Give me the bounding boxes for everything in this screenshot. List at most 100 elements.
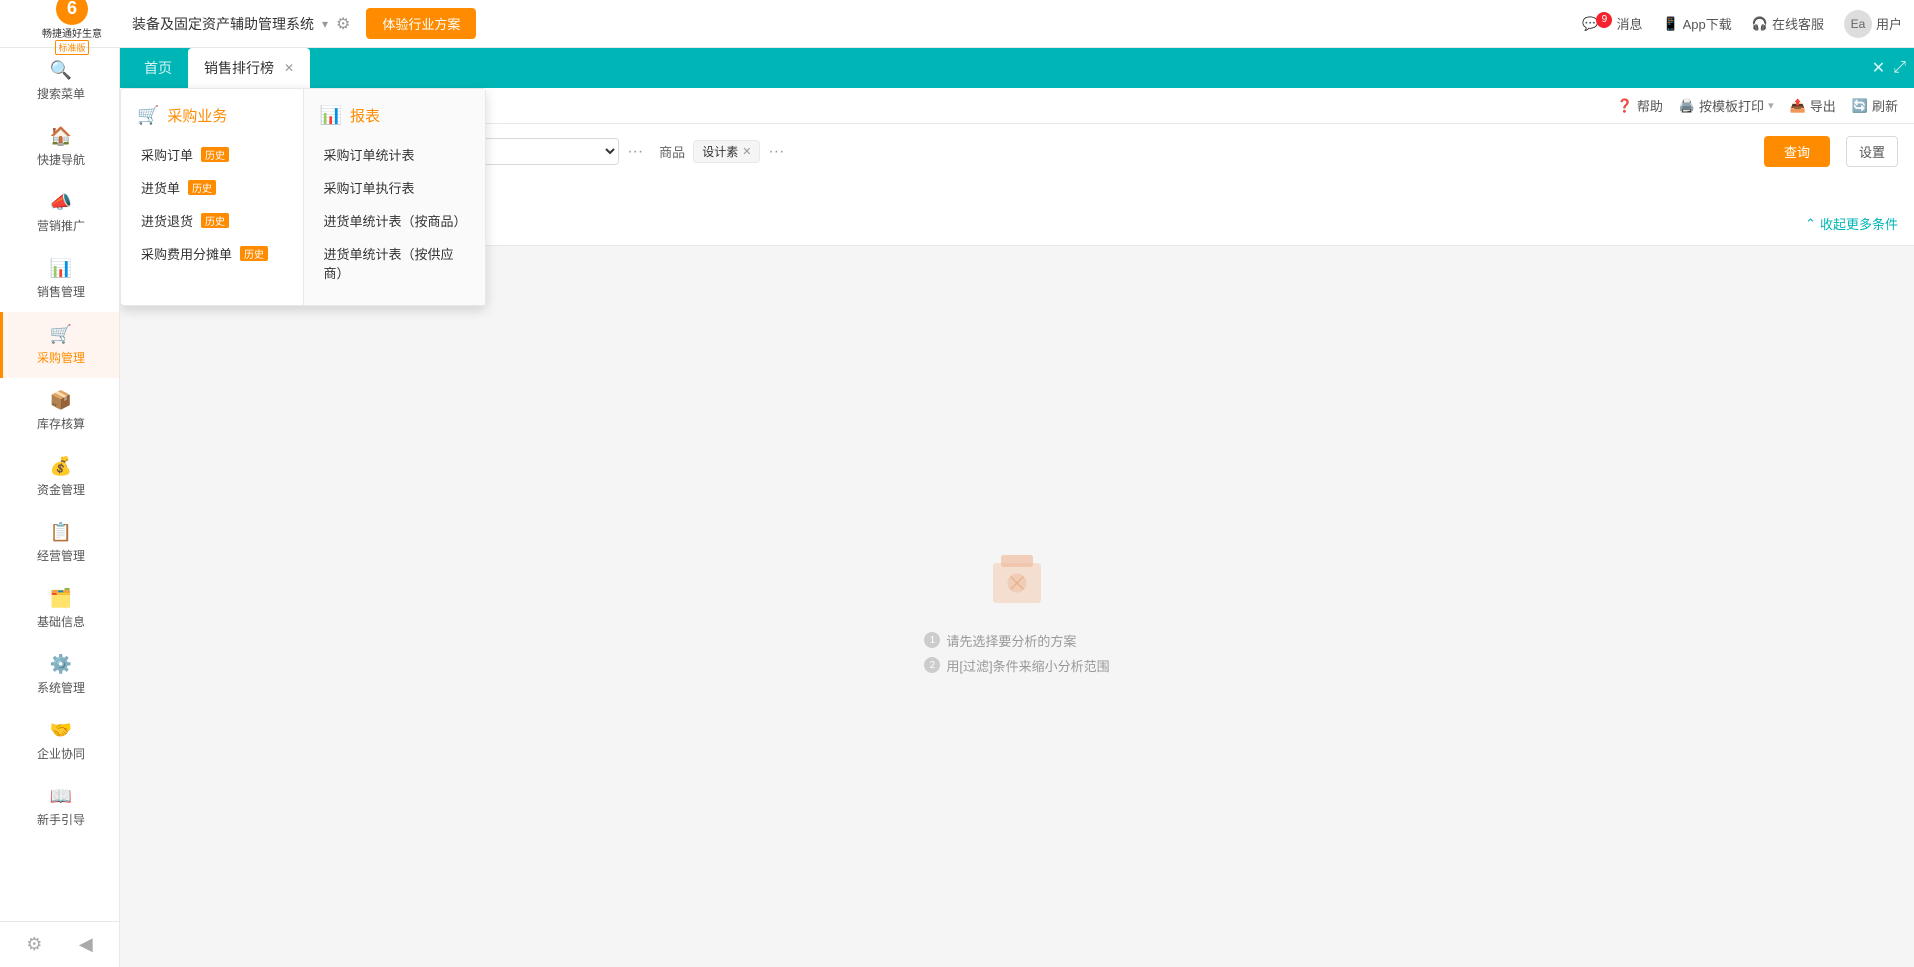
- logo-area: 6 畅捷通好生意 标准版: [12, 0, 132, 55]
- dropdown-item-return[interactable]: 进货退货 历史: [137, 204, 287, 237]
- sidebar-label-guide: 新手引导: [37, 811, 85, 828]
- app-download-btn[interactable]: 📱 App下载: [1662, 14, 1731, 33]
- capital-icon: 💰: [50, 456, 72, 477]
- dropdown-item-expense-badge: 历史: [240, 246, 268, 261]
- sidebar-item-system[interactable]: ⚙️ 系统管理: [0, 642, 119, 708]
- sidebar-settings-icon[interactable]: ⚙: [26, 934, 42, 955]
- tab-close-icon[interactable]: ✕: [284, 61, 294, 75]
- settings-small-btn[interactable]: 设置: [1846, 136, 1898, 167]
- sidebar-item-marketing[interactable]: 📣 营销推广: [0, 180, 119, 246]
- report-header-icon: 📊: [320, 105, 342, 126]
- empty-tip-2-text: 用[过滤]条件来缩小分析范围: [946, 656, 1109, 675]
- print-btn[interactable]: 🖨️ 按模板打印 ▾: [1679, 96, 1774, 115]
- tab-expand-icon[interactable]: ⤢: [1893, 59, 1906, 77]
- sidebar-label-operations: 经营管理: [37, 547, 85, 564]
- dropdown-item-expense-label: 采购费用分摊单: [141, 244, 232, 263]
- help-icon: ❓: [1617, 98, 1633, 114]
- tip-num-1: 1: [924, 632, 940, 648]
- collapse-btn[interactable]: ⌃ 收起更多条件: [1805, 214, 1898, 233]
- print-dropdown-icon: ▾: [1768, 99, 1774, 112]
- dropdown-item-report-1[interactable]: 采购订单统计表: [320, 138, 470, 171]
- dropdown-item-purchase-order[interactable]: 采购订单 历史: [137, 138, 287, 171]
- purchase-icon: 🛒: [50, 324, 72, 345]
- tab-sales-rank-label: 销售排行榜: [204, 58, 274, 78]
- user-btn[interactable]: Ea 用户: [1844, 10, 1902, 38]
- dropdown-item-purchase-order-badge: 历史: [201, 147, 229, 162]
- dropdown-item-report-4-label: 进货单统计表（按供应商）: [324, 244, 466, 282]
- purchase-header-icon: 🛒: [137, 105, 159, 126]
- sidebar-item-search[interactable]: 🔍 搜索菜单: [0, 48, 119, 114]
- goods-more-icon[interactable]: ···: [768, 143, 784, 161]
- export-icon: 📤: [1790, 98, 1806, 114]
- sidebar-item-basic-info[interactable]: 🗂️ 基础信息: [0, 576, 119, 642]
- inventory-icon: 📦: [50, 390, 72, 411]
- sidebar-item-enterprise[interactable]: 🤝 企业协同: [0, 708, 119, 774]
- dropdown-item-stock-in[interactable]: 进货单 历史: [137, 171, 287, 204]
- sidebar-label-inventory: 库存核算: [37, 415, 85, 432]
- sidebar-item-capital[interactable]: 💰 资金管理: [0, 444, 119, 510]
- empty-state: 1 请先选择要分析的方案 2 用[过滤]条件来缩小分析范围: [120, 246, 1914, 967]
- guide-icon: 📖: [50, 786, 72, 807]
- industry-btn[interactable]: 体验行业方案: [366, 8, 476, 39]
- tab-home-label: 首页: [144, 58, 172, 78]
- message-badge: 9: [1596, 12, 1612, 28]
- sidebar-bottom: ⚙ ◀: [0, 921, 119, 967]
- dropdown-purchase-header: 🛒 采购业务: [137, 105, 287, 126]
- dropdown-item-stock-in-label: 进货单: [141, 178, 180, 197]
- dropdown-item-return-badge: 历史: [201, 213, 229, 228]
- dropdown-item-stock-in-badge: 历史: [188, 180, 216, 195]
- sidebar-label-system: 系统管理: [37, 679, 85, 696]
- dropdown-item-report-2[interactable]: 采购订单执行表: [320, 171, 470, 204]
- phone-icon: 📱: [1662, 16, 1678, 32]
- goods-tag-close-icon[interactable]: ✕: [742, 145, 751, 158]
- tab-sales-rank[interactable]: 销售排行榜 ✕: [188, 48, 310, 88]
- header-right: 💬 9 消息 📱 App下载 🎧 在线客服 Ea 用户: [1582, 10, 1902, 38]
- sidebar-label-enterprise: 企业协同: [37, 745, 85, 762]
- query-btn[interactable]: 查询: [1764, 136, 1830, 167]
- collapse-label: 收起更多条件: [1820, 214, 1898, 233]
- header: 6 畅捷通好生意 标准版 装备及固定资产辅助管理系统 ▾ ⚙ 体验行业方案 💬 …: [0, 0, 1914, 48]
- home-icon: 🏠: [50, 126, 72, 147]
- goods-tag-value: 设计素: [702, 143, 738, 160]
- tab-home[interactable]: 首页: [128, 48, 188, 88]
- sidebar-collapse-icon[interactable]: ◀: [79, 934, 93, 955]
- sidebar-item-purchase[interactable]: 🛒 采购管理: [0, 312, 119, 378]
- dropdown-purchase-col: 🛒 采购业务 采购订单 历史 进货单 历史 进货退货 历史 采购费用分摊单: [121, 89, 304, 305]
- dropdown-item-return-label: 进货退货: [141, 211, 193, 230]
- sidebar-item-operations[interactable]: 📋 经营管理: [0, 510, 119, 576]
- dropdown-report-col: 📊 报表 采购订单统计表 采购订单执行表 进货单统计表（按商品） 进货单统计表（…: [304, 89, 486, 305]
- help-btn[interactable]: ❓ 帮助: [1617, 96, 1663, 115]
- dropdown-item-report-3[interactable]: 进货单统计表（按商品）: [320, 204, 470, 237]
- tab-bar: 首页 销售排行榜 ✕ ✕ ⤢: [120, 48, 1914, 88]
- print-icon: 🖨️: [1679, 98, 1695, 114]
- goods-label: 商品: [659, 142, 685, 161]
- dropdown-item-expense[interactable]: 采购费用分摊单 历史: [137, 237, 287, 270]
- sidebar-item-quick-nav[interactable]: 🏠 快捷导航: [0, 114, 119, 180]
- content-area: 首页 销售排行榜 ✕ ✕ ⤢ ❓ 帮助 🖨️ 按模板打印 ▾ 📤: [120, 48, 1914, 967]
- tab-close-all-icon[interactable]: ✕: [1872, 58, 1885, 78]
- refresh-label: 刷新: [1872, 96, 1898, 115]
- empty-tip-2: 2 用[过滤]条件来缩小分析范围: [924, 656, 1109, 675]
- title-dropdown-icon[interactable]: ▾: [322, 17, 328, 31]
- purchase-dropdown-menu: 🛒 采购业务 采购订单 历史 进货单 历史 进货退货 历史 采购费用分摊单: [120, 88, 486, 306]
- voucher-status-more-icon[interactable]: ···: [627, 143, 643, 161]
- header-settings-icon[interactable]: ⚙: [336, 14, 350, 34]
- sidebar-label-purchase: 采购管理: [37, 349, 85, 366]
- sidebar-item-sales[interactable]: 📊 销售管理: [0, 246, 119, 312]
- refresh-btn[interactable]: 🔄 刷新: [1852, 96, 1898, 115]
- goods-tag: 设计素 ✕: [693, 140, 760, 163]
- online-service-btn[interactable]: 🎧 在线客服: [1752, 14, 1824, 33]
- refresh-icon: 🔄: [1852, 98, 1868, 114]
- online-service-label: 在线客服: [1772, 14, 1824, 33]
- dropdown-item-report-4[interactable]: 进货单统计表（按供应商）: [320, 237, 470, 289]
- dropdown-item-report-3-label: 进货单统计表（按商品）: [324, 211, 466, 230]
- avatar: Ea: [1844, 10, 1872, 38]
- export-btn[interactable]: 📤 导出: [1790, 96, 1836, 115]
- goods-filter: 商品 设计素 ✕ ···: [659, 140, 784, 163]
- sidebar-item-guide[interactable]: 📖 新手引导: [0, 774, 119, 840]
- logo-icon: 6: [56, 0, 88, 25]
- print-label: 按模板打印: [1699, 96, 1764, 115]
- sidebar-label-capital: 资金管理: [37, 481, 85, 498]
- sidebar-item-inventory[interactable]: 📦 库存核算: [0, 378, 119, 444]
- message-btn[interactable]: 💬 9 消息: [1582, 14, 1642, 33]
